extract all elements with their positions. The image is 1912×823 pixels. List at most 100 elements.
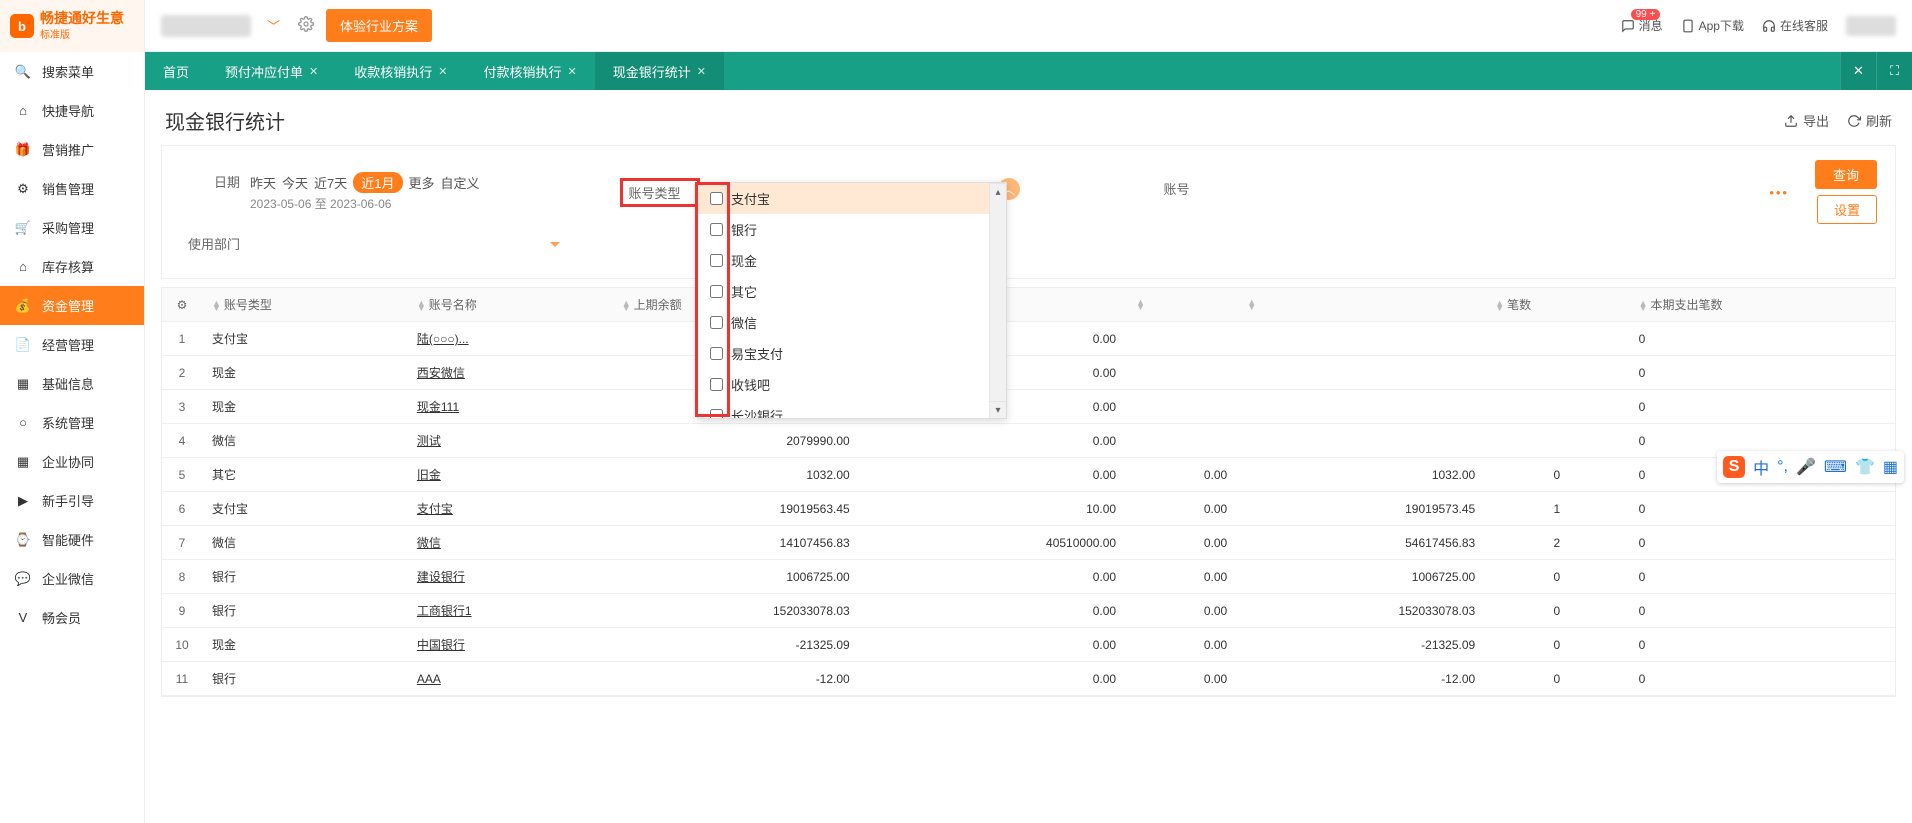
- table-row[interactable]: 8 银行 建设银行 1006725.00 0.00 0.00 1006725.0…: [162, 560, 1895, 594]
- dropdown-checkbox[interactable]: [710, 254, 723, 267]
- table-row[interactable]: 4 微信 测试 2079990.00 0.00 0: [162, 424, 1895, 458]
- date-option-4[interactable]: 更多: [409, 173, 435, 192]
- sidebar-item-14[interactable]: V畅会员: [0, 598, 144, 637]
- dropdown-scrollbar[interactable]: ▴ ▾: [989, 183, 1006, 418]
- account-link[interactable]: 中国银行: [417, 638, 465, 652]
- online-service-button[interactable]: 在线客服: [1762, 17, 1828, 34]
- ime-punct-icon[interactable]: °,: [1777, 458, 1788, 476]
- gear-icon[interactable]: [298, 16, 314, 35]
- col-header-6[interactable]: ▲▼笔数: [1485, 288, 1628, 322]
- ime-keyboard-icon[interactable]: ⌨: [1824, 457, 1847, 477]
- dropdown-checkbox[interactable]: [710, 285, 723, 298]
- col-header-0[interactable]: ▲▼账号类型: [202, 288, 407, 322]
- date-option-2[interactable]: 近7天: [314, 173, 347, 192]
- dropdown-checkbox[interactable]: [710, 223, 723, 236]
- dropdown-item-4[interactable]: 微信: [698, 307, 1006, 338]
- table-row[interactable]: 6 支付宝 支付宝 19019563.45 10.00 0.00 1901957…: [162, 492, 1895, 526]
- fullscreen-button[interactable]: ⛶: [1876, 52, 1912, 90]
- table-row[interactable]: 7 微信 微信 14107456.83 40510000.00 0.00 546…: [162, 526, 1895, 560]
- close-tab-button[interactable]: ✕: [1840, 52, 1876, 90]
- sidebar-item-4[interactable]: 🛒采购管理: [0, 208, 144, 247]
- dropdown-checkbox[interactable]: [710, 316, 723, 329]
- dropdown-item-5[interactable]: 易宝支付: [698, 338, 1006, 369]
- dropdown-item-2[interactable]: 现金: [698, 245, 1006, 276]
- tab-1[interactable]: 预付冲应付单✕: [207, 52, 336, 90]
- tab-2[interactable]: 收款核销执行✕: [336, 52, 465, 90]
- dept-field[interactable]: [250, 234, 560, 260]
- dropdown-item-3[interactable]: 其它: [698, 276, 1006, 307]
- col-header-4[interactable]: ▲▼: [1126, 288, 1237, 322]
- account-link[interactable]: 建设银行: [417, 570, 465, 584]
- table-row[interactable]: 2 现金 西安微信 -40990.00 0.00 0: [162, 356, 1895, 390]
- ime-mic-icon[interactable]: 🎤: [1796, 457, 1816, 477]
- account-link[interactable]: 陆(○○○)...: [417, 332, 469, 346]
- ime-sogou-icon[interactable]: S: [1723, 456, 1745, 478]
- refresh-button[interactable]: 刷新: [1847, 111, 1892, 130]
- org-selector[interactable]: ﹀: [161, 15, 288, 37]
- account-link[interactable]: 工商银行1: [417, 604, 472, 618]
- query-button[interactable]: 查询: [1815, 160, 1877, 189]
- sort-icon[interactable]: ▲▼: [1495, 301, 1504, 311]
- sidebar-item-3[interactable]: ⚙销售管理: [0, 169, 144, 208]
- tab-3[interactable]: 付款核销执行✕: [465, 52, 594, 90]
- table-row[interactable]: 5 其它 旧金 1032.00 0.00 0.00 1032.00 0 0: [162, 458, 1895, 492]
- scroll-down-icon[interactable]: ▾: [990, 401, 1006, 418]
- dropdown-item-0[interactable]: 支付宝: [698, 183, 1006, 214]
- sidebar-item-10[interactable]: ▦企业协同: [0, 442, 144, 481]
- account-link[interactable]: 现金111: [417, 400, 459, 414]
- sidebar-item-9[interactable]: ○系统管理: [0, 403, 144, 442]
- app-download-button[interactable]: App下载: [1681, 17, 1744, 34]
- account-link[interactable]: 支付宝: [417, 502, 453, 516]
- sort-icon[interactable]: ▲▼: [212, 301, 221, 311]
- scroll-up-icon[interactable]: ▴: [990, 183, 1006, 200]
- table-row[interactable]: 9 银行 工商银行1 152033078.03 0.00 0.00 152033…: [162, 594, 1895, 628]
- account-link[interactable]: 微信: [417, 536, 441, 550]
- date-option-0[interactable]: 昨天: [250, 173, 276, 192]
- close-icon[interactable]: ✕: [697, 65, 706, 78]
- filter-settings-button[interactable]: 设置: [1817, 195, 1877, 224]
- account-field[interactable]: [1200, 179, 1500, 205]
- table-row[interactable]: 1 支付宝 陆(○○○)... -10000.00 0.00 0: [162, 322, 1895, 356]
- account-link[interactable]: 测试: [417, 434, 441, 448]
- dropdown-checkbox[interactable]: [710, 378, 723, 391]
- sidebar-item-12[interactable]: ⌚智能硬件: [0, 520, 144, 559]
- col-header-7[interactable]: ▲▼本期支出笔数: [1629, 288, 1895, 322]
- dropdown-item-6[interactable]: 收钱吧: [698, 369, 1006, 400]
- sidebar-item-7[interactable]: 📄经营管理: [0, 325, 144, 364]
- sidebar-item-8[interactable]: ▦基础信息: [0, 364, 144, 403]
- dropdown-item-7[interactable]: 长沙银行: [698, 400, 1006, 418]
- date-option-1[interactable]: 今天: [282, 173, 308, 192]
- user-name-blurred[interactable]: [1846, 16, 1896, 36]
- close-icon[interactable]: ✕: [438, 65, 447, 78]
- sort-icon[interactable]: ▲▼: [1136, 300, 1145, 310]
- dropdown-checkbox[interactable]: [710, 192, 723, 205]
- sidebar-item-0[interactable]: 🔍搜索菜单: [0, 52, 144, 91]
- ime-toolbox-icon[interactable]: ▦: [1883, 457, 1898, 477]
- table-row[interactable]: 10 现金 中国银行 -21325.09 0.00 0.00 -21325.09…: [162, 628, 1895, 662]
- dropdown-checkbox[interactable]: [710, 409, 723, 418]
- tab-4[interactable]: 现金银行统计✕: [595, 52, 724, 90]
- date-option-5[interactable]: 自定义: [441, 173, 480, 192]
- sidebar-item-2[interactable]: 🎁营销推广: [0, 130, 144, 169]
- date-option-3[interactable]: 近1月: [353, 172, 402, 193]
- table-row[interactable]: 11 银行 AAA -12.00 0.00 0.00 -12.00 0 0: [162, 662, 1895, 696]
- sort-icon[interactable]: ▲▼: [622, 301, 631, 311]
- sidebar-item-6[interactable]: 💰资金管理: [0, 286, 144, 325]
- col-header-1[interactable]: ▲▼账号名称: [407, 288, 612, 322]
- sidebar-item-5[interactable]: ⌂库存核算: [0, 247, 144, 286]
- sort-icon[interactable]: ▲▼: [417, 301, 426, 311]
- col-header-5[interactable]: ▲▼: [1237, 288, 1485, 322]
- industry-plan-button[interactable]: 体验行业方案: [326, 9, 432, 42]
- dropdown-item-1[interactable]: 银行: [698, 214, 1006, 245]
- account-link[interactable]: AAA: [417, 672, 441, 686]
- tab-0[interactable]: 首页: [145, 52, 207, 90]
- sidebar-item-11[interactable]: ▶新手引导: [0, 481, 144, 520]
- sort-icon[interactable]: ▲▼: [1639, 301, 1648, 311]
- export-button[interactable]: 导出: [1784, 111, 1829, 130]
- messages-button[interactable]: 99 + 消息: [1621, 17, 1663, 34]
- sort-icon[interactable]: ▲▼: [1247, 300, 1256, 310]
- dropdown-checkbox[interactable]: [710, 347, 723, 360]
- more-filters-icon[interactable]: •••: [1769, 185, 1789, 200]
- close-icon[interactable]: ✕: [568, 65, 577, 78]
- ime-lang-icon[interactable]: 中: [1753, 455, 1769, 479]
